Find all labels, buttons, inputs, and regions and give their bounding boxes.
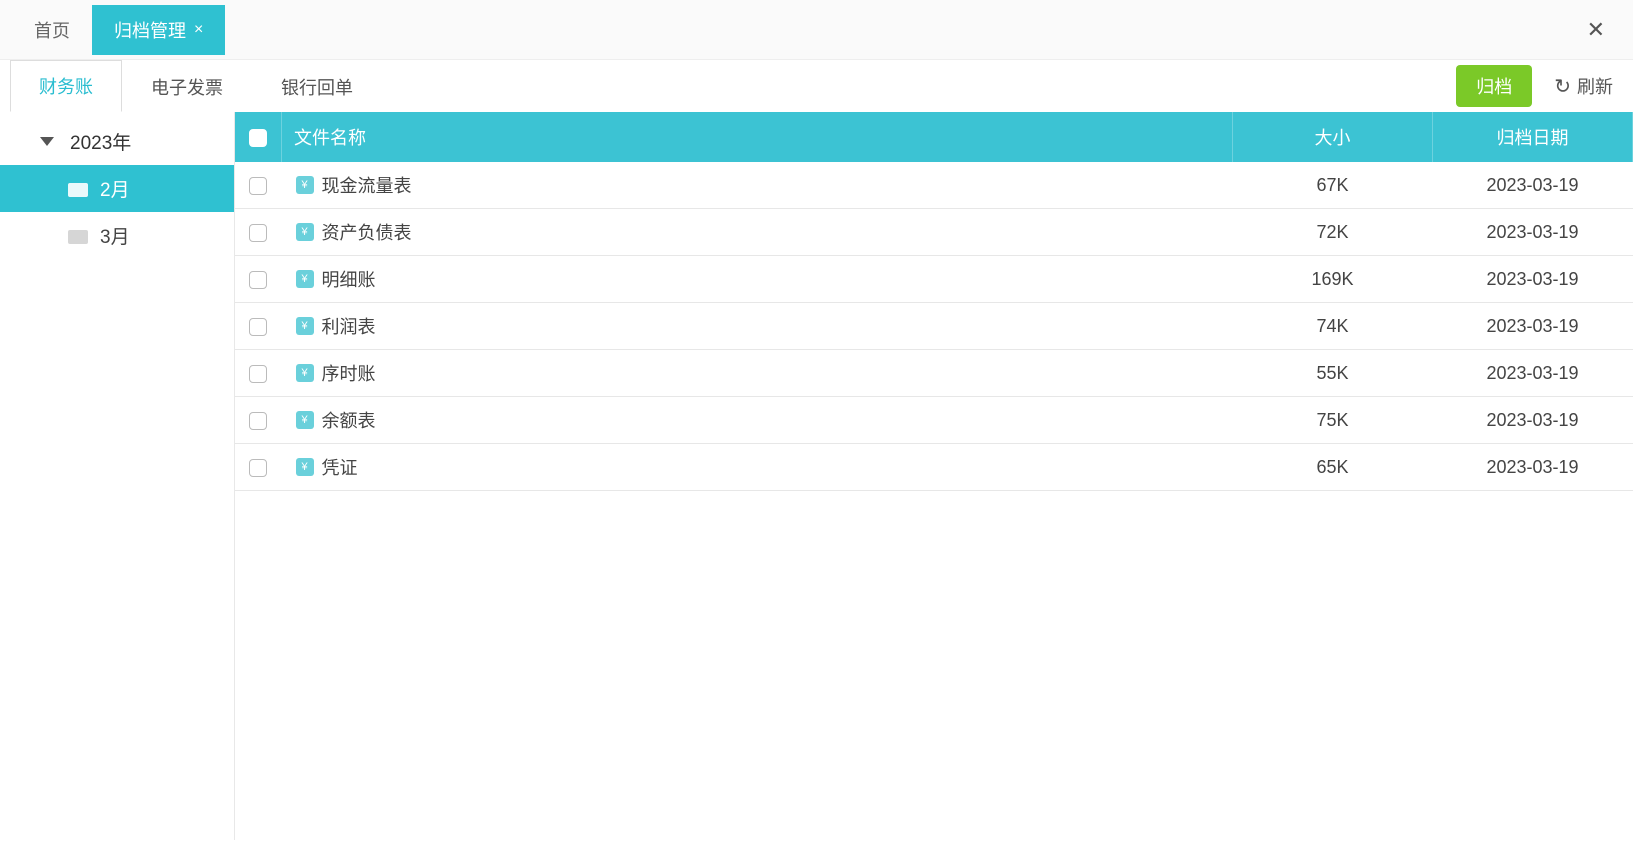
row-name-cell: 利润表 [282,303,1233,350]
folder-icon [68,181,88,197]
row-checkbox-cell[interactable] [235,444,282,491]
toolbar: 财务账 电子发票 银行回单 归档 ↻ 刷新 [0,60,1633,112]
col-checkbox-header[interactable] [235,112,282,162]
tree-month-node[interactable]: 2月 [0,165,234,212]
sub-tab-bar: 财务账 电子发票 银行回单 [0,60,382,112]
row-name-cell: 余额表 [282,397,1233,444]
subtab-einvoice[interactable]: 电子发票 [122,60,252,112]
checkbox-icon [249,365,267,383]
col-date-header: 归档日期 [1433,112,1633,162]
row-name-cell: 明细账 [282,256,1233,303]
tree-month-label: 3月 [100,222,130,249]
top-tab-bar: 首页 归档管理 × ✕ [0,0,1633,60]
row-date: 2023-03-19 [1433,444,1633,491]
table-row[interactable]: 利润表 74K2023-03-19 [235,303,1633,350]
tab-home-label: 首页 [34,17,70,43]
tab-archive-management[interactable]: 归档管理 × [92,5,225,55]
checkbox-icon [249,318,267,336]
file-icon [296,223,314,241]
file-icon [296,317,314,335]
row-date: 2023-03-19 [1433,209,1633,256]
row-name: 序时账 [322,364,376,384]
row-size: 75K [1233,397,1433,444]
checkbox-icon [249,177,267,195]
row-name-cell: 凭证 [282,444,1233,491]
content: 2023年 2月3月 文件名称 大小 归档日期 现金流量表67K2023-03-… [0,111,1633,840]
row-checkbox-cell[interactable] [235,397,282,444]
subtab-finance-label: 财务账 [39,73,93,99]
refresh-label: 刷新 [1577,73,1613,99]
subtab-einvoice-label: 电子发票 [151,74,223,100]
row-size: 72K [1233,209,1433,256]
row-date: 2023-03-19 [1433,256,1633,303]
file-table-wrap: 文件名称 大小 归档日期 现金流量表67K2023-03-19资产负债表72K2… [235,112,1633,840]
row-date: 2023-03-19 [1433,397,1633,444]
archive-button[interactable]: 归档 [1456,65,1532,107]
close-all-icon[interactable]: ✕ [1587,17,1605,43]
row-checkbox-cell[interactable] [235,209,282,256]
row-size: 55K [1233,350,1433,397]
file-icon [296,270,314,288]
row-size: 65K [1233,444,1433,491]
file-icon [296,458,314,476]
row-name: 余额表 [322,411,376,431]
table-row[interactable]: 现金流量表 67K2023-03-19 [235,162,1633,209]
col-name-header: 文件名称 [282,112,1233,162]
row-name-cell: 序时账 [282,350,1233,397]
tab-home[interactable]: 首页 [12,5,92,55]
tree-year-node[interactable]: 2023年 [0,118,234,165]
refresh-button[interactable]: ↻ 刷新 [1554,73,1613,99]
table-row[interactable]: 资产负债表 72K2023-03-19 [235,209,1633,256]
row-date: 2023-03-19 [1433,162,1633,209]
col-size-header: 大小 [1233,112,1433,162]
tree-year-label: 2023年 [70,128,131,155]
row-size: 74K [1233,303,1433,350]
checkbox-icon [249,271,267,289]
row-checkbox-cell[interactable] [235,303,282,350]
table-row[interactable]: 明细账 169K2023-03-19 [235,256,1633,303]
row-size: 169K [1233,256,1433,303]
row-checkbox-cell[interactable] [235,162,282,209]
row-name-cell: 现金流量表 [282,162,1233,209]
file-table: 文件名称 大小 归档日期 现金流量表67K2023-03-19资产负债表72K2… [235,112,1633,491]
caret-down-icon [40,137,54,146]
checkbox-icon [249,412,267,430]
refresh-icon: ↻ [1554,74,1571,99]
row-name: 明细账 [322,270,376,290]
row-name: 现金流量表 [322,176,412,196]
table-row[interactable]: 凭证 65K2023-03-19 [235,444,1633,491]
tab-close-icon[interactable]: × [194,22,203,38]
tab-archive-label: 归档管理 [114,17,186,43]
row-date: 2023-03-19 [1433,303,1633,350]
folder-icon [68,228,88,244]
checkbox-icon [249,129,267,147]
row-date: 2023-03-19 [1433,350,1633,397]
subtab-finance[interactable]: 财务账 [10,60,122,112]
toolbar-right: 归档 ↻ 刷新 [1456,60,1633,112]
checkbox-icon [249,459,267,477]
row-size: 67K [1233,162,1433,209]
row-checkbox-cell[interactable] [235,256,282,303]
row-checkbox-cell[interactable] [235,350,282,397]
row-name: 利润表 [322,317,376,337]
table-row[interactable]: 余额表 75K2023-03-19 [235,397,1633,444]
checkbox-icon [249,224,267,242]
subtab-bankslip-label: 银行回单 [281,74,353,100]
file-icon [296,176,314,194]
file-icon [296,364,314,382]
tree-month-label: 2月 [100,175,130,202]
row-name-cell: 资产负债表 [282,209,1233,256]
row-name: 资产负债表 [322,223,412,243]
row-name: 凭证 [322,458,358,478]
folder-tree: 2023年 2月 3月 [0,112,235,840]
file-icon [296,411,314,429]
tree-month-node[interactable]: 3月 [0,212,234,259]
subtab-bankslip[interactable]: 银行回单 [252,60,382,112]
table-row[interactable]: 序时账 55K2023-03-19 [235,350,1633,397]
